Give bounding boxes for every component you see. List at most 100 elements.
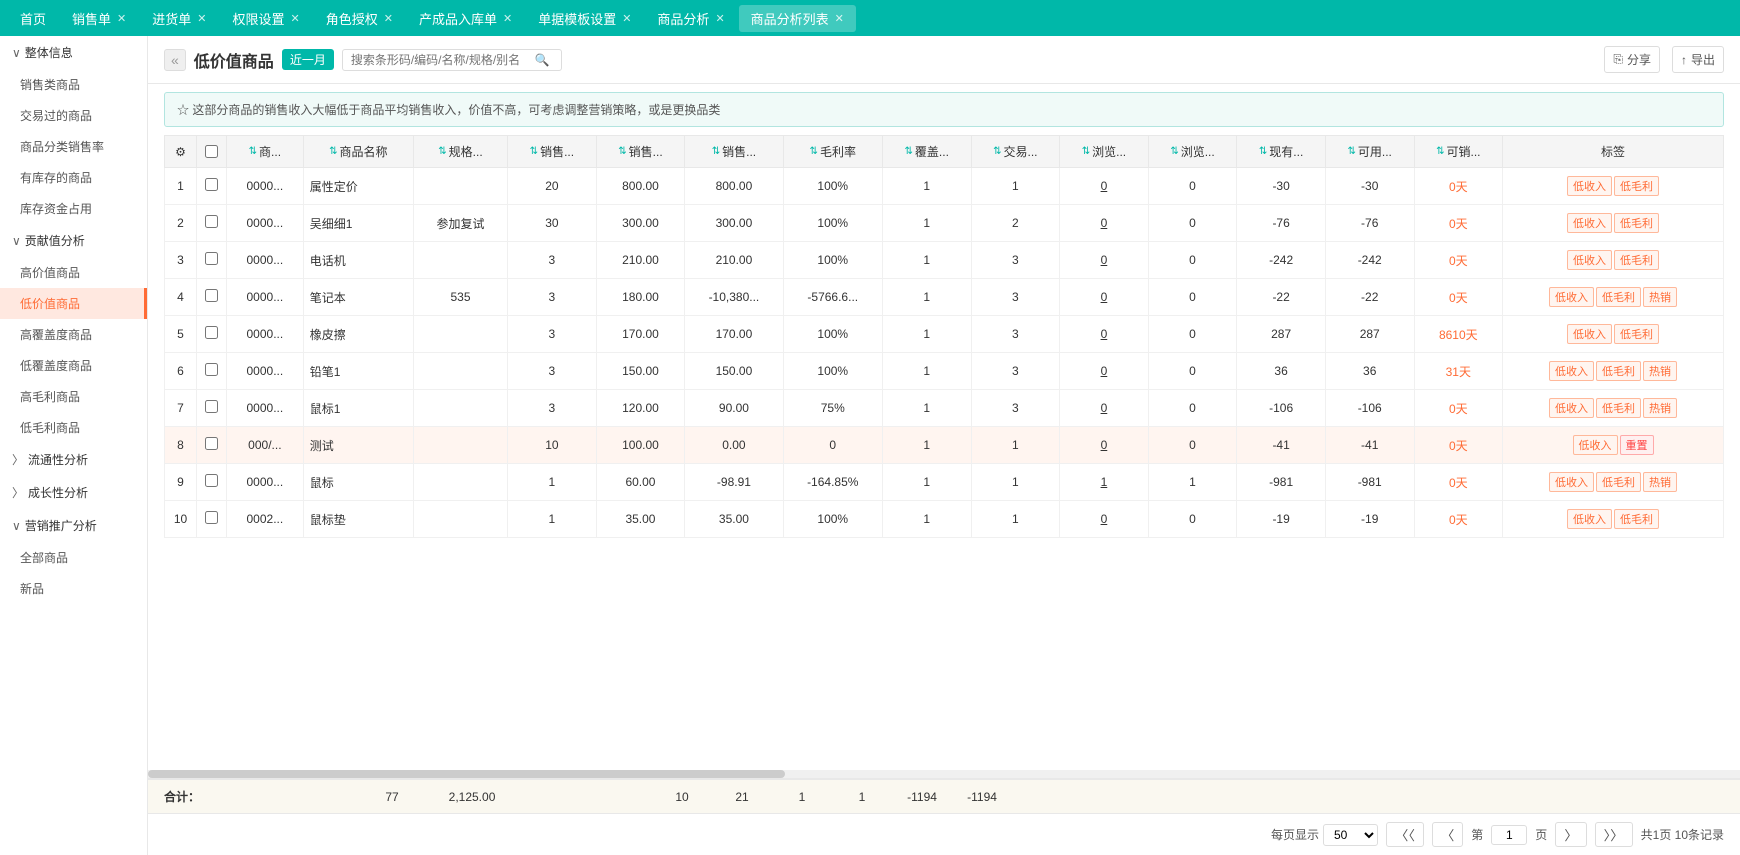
filter-tag-month[interactable]: 近一月 <box>282 49 334 70</box>
sidebar-item-low-margin[interactable]: 低毛利商品 <box>0 412 147 443</box>
sort-icon-stock1[interactable]: ⇅ <box>1259 146 1267 157</box>
sidebar-group-circulation[interactable]: 〉流通性分析 <box>0 443 147 476</box>
views-link[interactable]: 0 <box>1101 327 1108 341</box>
sort-icon-trades[interactable]: ⇅ <box>993 146 1001 157</box>
sidebar-item-traded[interactable]: 交易过的商品 <box>0 100 147 131</box>
row-checkbox[interactable] <box>205 326 218 339</box>
th-settings[interactable]: ⚙ <box>165 136 197 168</box>
sort-icon-margin[interactable]: ⇅ <box>810 146 818 157</box>
row-checkbox-cell[interactable] <box>197 242 227 279</box>
row-views1[interactable]: 0 <box>1060 316 1149 353</box>
sidebar-group-marketing[interactable]: ∨营销推广分析 <box>0 509 147 542</box>
views-link[interactable]: 0 <box>1101 253 1108 267</box>
sort-icon[interactable]: ⇅ <box>249 146 257 157</box>
row-views1[interactable]: 0 <box>1060 168 1149 205</box>
row-checkbox[interactable] <box>205 215 218 228</box>
views-link[interactable]: 0 <box>1101 512 1108 526</box>
sidebar-item-high-value[interactable]: 高价值商品 <box>0 257 147 288</box>
sidebar-group-growth[interactable]: 〉成长性分析 <box>0 476 147 509</box>
row-checkbox[interactable] <box>205 400 218 413</box>
search-input[interactable] <box>351 53 531 67</box>
th-views1[interactable]: ⇅浏览... <box>1060 136 1149 168</box>
per-page-select[interactable]: 50 100 200 <box>1323 824 1378 846</box>
row-checkbox[interactable] <box>205 437 218 450</box>
views-link[interactable]: 0 <box>1101 290 1108 304</box>
th-checkbox[interactable] <box>197 136 227 168</box>
nav-close-analysis-list[interactable]: ✕ <box>835 12 844 25</box>
views-link[interactable]: 0 <box>1101 401 1108 415</box>
nav-close-role[interactable]: ✕ <box>384 12 393 25</box>
th-stock2[interactable]: ⇅可用... <box>1325 136 1414 168</box>
th-name[interactable]: ⇅商品名称 <box>303 136 413 168</box>
th-qty[interactable]: ⇅销售... <box>508 136 597 168</box>
nav-close-analysis[interactable]: ✕ <box>715 12 724 25</box>
sidebar-item-capital[interactable]: 库存资金占用 <box>0 193 147 224</box>
views-link[interactable]: 1 <box>1101 475 1108 489</box>
views-link[interactable]: 0 <box>1101 438 1108 452</box>
prev-page-btn[interactable]: 〈 <box>1432 822 1463 847</box>
row-checkbox-cell[interactable] <box>197 168 227 205</box>
row-checkbox[interactable] <box>205 178 218 191</box>
sort-icon-stock2[interactable]: ⇅ <box>1348 146 1356 157</box>
th-spec[interactable]: ⇅规格... <box>413 136 507 168</box>
th-views2[interactable]: ⇅浏览... <box>1148 136 1237 168</box>
sort-icon-price[interactable]: ⇅ <box>618 146 626 157</box>
th-amount[interactable]: ⇅销售... <box>685 136 783 168</box>
th-coverage[interactable]: ⇅覆盖... <box>882 136 971 168</box>
row-checkbox[interactable] <box>205 289 218 302</box>
sort-icon-amount[interactable]: ⇅ <box>712 146 720 157</box>
search-icon[interactable]: 🔍 <box>535 53 550 67</box>
export-button[interactable]: ↑ 导出 <box>1672 46 1724 73</box>
sort-icon-coverage[interactable]: ⇅ <box>905 146 913 157</box>
sidebar-item-high-margin[interactable]: 高毛利商品 <box>0 381 147 412</box>
sidebar-item-sales-products[interactable]: 销售类商品 <box>0 69 147 100</box>
row-views1[interactable]: 0 <box>1060 279 1149 316</box>
page-input[interactable] <box>1491 825 1527 845</box>
sort-icon-spec[interactable]: ⇅ <box>438 146 446 157</box>
row-checkbox-cell[interactable] <box>197 279 227 316</box>
nav-close-sales[interactable]: ✕ <box>117 12 126 25</box>
sort-icon-views2[interactable]: ⇅ <box>1170 146 1178 157</box>
nav-sales[interactable]: 销售单 ✕ <box>60 5 138 32</box>
nav-home[interactable]: 首页 <box>8 5 58 32</box>
share-button[interactable]: ⎘ 分享 <box>1604 46 1660 73</box>
nav-template[interactable]: 单据模板设置 ✕ <box>526 5 643 32</box>
row-checkbox[interactable] <box>205 474 218 487</box>
sort-icon-views1[interactable]: ⇅ <box>1082 146 1090 157</box>
sidebar-item-in-stock[interactable]: 有库存的商品 <box>0 162 147 193</box>
sidebar-item-low-value[interactable]: 低价值商品 <box>0 288 147 319</box>
settings-icon[interactable]: ⚙ <box>175 145 186 159</box>
row-checkbox[interactable] <box>205 363 218 376</box>
sort-icon-qty[interactable]: ⇅ <box>530 146 538 157</box>
select-all-checkbox[interactable] <box>205 145 218 158</box>
row-views1[interactable]: 0 <box>1060 427 1149 464</box>
th-trades[interactable]: ⇅交易... <box>971 136 1060 168</box>
sidebar-group-contribution[interactable]: ∨贡献值分析 <box>0 224 147 257</box>
nav-analysis[interactable]: 商品分析 ✕ <box>645 5 736 32</box>
th-price[interactable]: ⇅销售... <box>596 136 685 168</box>
th-code[interactable]: ⇅商... <box>227 136 304 168</box>
row-checkbox-cell[interactable] <box>197 353 227 390</box>
row-checkbox-cell[interactable] <box>197 427 227 464</box>
collapse-sidebar-btn[interactable]: « <box>164 49 186 71</box>
row-checkbox-cell[interactable] <box>197 501 227 538</box>
th-stock1[interactable]: ⇅现有... <box>1237 136 1326 168</box>
row-views1[interactable]: 0 <box>1060 390 1149 427</box>
row-views1[interactable]: 0 <box>1060 501 1149 538</box>
th-margin[interactable]: ⇅毛利率 <box>783 136 882 168</box>
nav-close-permission[interactable]: ✕ <box>291 12 300 25</box>
row-views1[interactable]: 1 <box>1060 464 1149 501</box>
last-page-btn[interactable]: 〉〉 <box>1595 822 1633 847</box>
row-checkbox-cell[interactable] <box>197 205 227 242</box>
nav-role[interactable]: 角色授权 ✕ <box>314 5 405 32</box>
nav-permission[interactable]: 权限设置 ✕ <box>220 5 311 32</box>
nav-purchase[interactable]: 进货单 ✕ <box>140 5 218 32</box>
sort-icon-name[interactable]: ⇅ <box>329 146 337 157</box>
views-link[interactable]: 0 <box>1101 216 1108 230</box>
sidebar-item-new-products[interactable]: 新品 <box>0 573 147 604</box>
sidebar-item-high-coverage[interactable]: 高覆盖度商品 <box>0 319 147 350</box>
nav-close-purchase[interactable]: ✕ <box>197 12 206 25</box>
nav-close-inventory[interactable]: ✕ <box>503 12 512 25</box>
nav-analysis-list[interactable]: 商品分析列表 ✕ <box>739 5 856 32</box>
sidebar-item-category-rate[interactable]: 商品分类销售率 <box>0 131 147 162</box>
